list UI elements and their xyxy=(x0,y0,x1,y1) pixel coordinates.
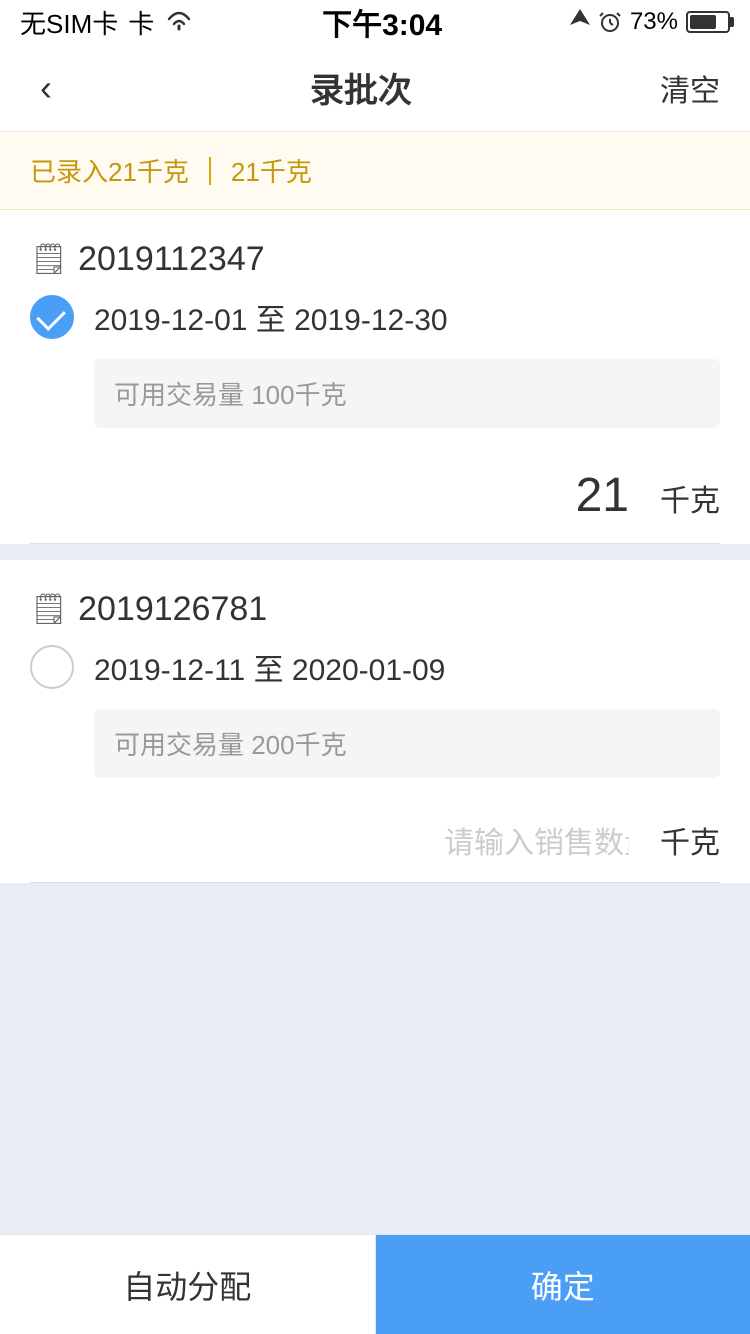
battery-icon xyxy=(686,11,730,33)
batch-header-2: 🗒 2019126781 xyxy=(30,590,720,629)
status-right: 73% xyxy=(570,8,730,36)
carrier-text: 无SIM卡 xyxy=(20,4,118,41)
footer: 自动分配 确定 xyxy=(0,1234,750,1334)
radio-button-2[interactable] xyxy=(30,645,74,689)
alarm-icon xyxy=(598,10,622,34)
batch-doc-icon-1: 🗒 xyxy=(30,242,68,277)
clear-button[interactable]: 清空 xyxy=(660,66,720,110)
confirm-label: 确定 xyxy=(531,1262,595,1308)
page-title: 录批次 xyxy=(310,63,412,112)
battery-text: 73% xyxy=(630,8,678,36)
status-time: 下午3:04 xyxy=(322,0,442,44)
sim-text: 卡 xyxy=(128,4,154,41)
batch-volume-text-1: 可用交易量 100千克 xyxy=(114,380,347,410)
batch-volume-bar-2: 可用交易量 200千克 xyxy=(94,709,720,778)
amount-row-1: 千克 xyxy=(0,448,750,543)
amount-input-2[interactable] xyxy=(444,827,644,861)
batch-date-2: 2019-12-11 至 2020-01-09 xyxy=(94,645,445,689)
recorded-label: 已录入21千克 xyxy=(30,152,189,189)
batch-card-2: 🗒 2019126781 2019-12-11 至 2020-01-09 可用交… xyxy=(0,560,750,883)
confirm-button[interactable]: 确定 xyxy=(376,1235,750,1334)
radio-button-1[interactable] xyxy=(30,295,74,339)
content-wrapper: 已录入21千克 21千克 🗒 2019112347 2019-12-01 至 2… xyxy=(0,132,750,1283)
batch-section-2: 🗒 2019126781 2019-12-11 至 2020-01-09 可用交… xyxy=(0,560,750,778)
auto-distribute-label: 自动分配 xyxy=(123,1262,251,1308)
wifi-icon xyxy=(164,11,194,33)
amount-row-2: 千克 xyxy=(0,798,750,882)
status-bar: 无SIM卡 卡 下午3:04 73% xyxy=(0,0,750,44)
amount-unit-2: 千克 xyxy=(660,818,720,862)
batch-doc-icon-2: 🗒 xyxy=(30,592,68,627)
status-left: 无SIM卡 卡 xyxy=(20,4,194,41)
batch-header-1: 🗒 2019112347 xyxy=(30,240,720,279)
recorded-value: 21千克 xyxy=(231,152,312,189)
batch-date-row-1[interactable]: 2019-12-01 至 2019-12-30 xyxy=(30,295,720,339)
back-button[interactable]: ‹ xyxy=(30,57,62,119)
batch-date-row-2[interactable]: 2019-12-11 至 2020-01-09 xyxy=(30,645,720,689)
batch-volume-text-2: 可用交易量 200千克 xyxy=(114,730,347,760)
batch-id-1: 2019112347 xyxy=(78,240,265,279)
location-icon xyxy=(570,9,590,35)
batch-id-2: 2019126781 xyxy=(78,590,267,629)
amount-input-1[interactable] xyxy=(444,468,644,523)
batch-section-1: 🗒 2019112347 2019-12-01 至 2019-12-30 可用交… xyxy=(0,210,750,428)
batch-date-1: 2019-12-01 至 2019-12-30 xyxy=(94,295,448,339)
batch-volume-bar-1: 可用交易量 100千克 xyxy=(94,359,720,428)
batch-card-1: 🗒 2019112347 2019-12-01 至 2019-12-30 可用交… xyxy=(0,210,750,544)
bottom-spacer xyxy=(0,883,750,1283)
info-divider xyxy=(209,157,211,185)
amount-unit-1: 千克 xyxy=(660,476,720,520)
nav-bar: ‹ 录批次 清空 xyxy=(0,44,750,132)
section-sep xyxy=(0,544,750,560)
auto-distribute-button[interactable]: 自动分配 xyxy=(0,1235,376,1334)
info-bar: 已录入21千克 21千克 xyxy=(0,132,750,210)
